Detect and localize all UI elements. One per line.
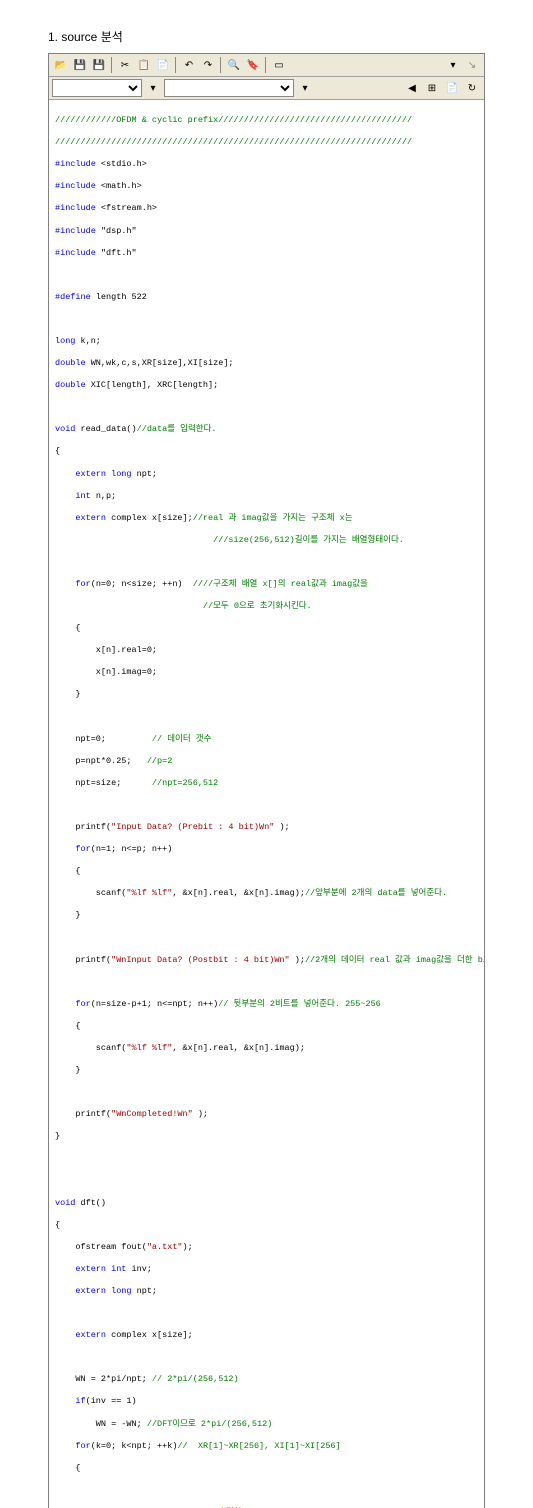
- for-line: for(k=0; k<npt; ++k)// XR[1]~XR[256], XI…: [55, 1441, 478, 1452]
- comment-line: ////////////OFDM & cyclic prefix////////…: [55, 115, 478, 126]
- func-line: void read_data()//data를 입력한다.: [55, 424, 478, 435]
- separator: [111, 57, 113, 73]
- decl-line: extern complex x[size];: [55, 1330, 478, 1341]
- code-line: scanf("%lf %lf", &x[n].real, &x[n].imag)…: [55, 1043, 478, 1054]
- save-all-icon[interactable]: 💾: [90, 56, 108, 74]
- code-line: printf("Input Data? (Prebit : 4 bit)Wn" …: [55, 822, 478, 833]
- code-line: {: [55, 1463, 478, 1474]
- nav-refresh-icon[interactable]: ↻: [463, 79, 481, 97]
- for-line: for(n=0; n<size; ++n) ////구조체 배열 x[]의 re…: [55, 579, 478, 590]
- redo-icon[interactable]: ↷: [199, 56, 217, 74]
- code-line: }: [55, 689, 478, 700]
- comment-line: ///size(256,512)길이를 가지는 배열형태이다.: [55, 535, 478, 546]
- blank-line: [55, 1352, 478, 1363]
- member-combo[interactable]: [164, 79, 294, 97]
- code-line: npt=0; // 데이터 갯수: [55, 734, 478, 745]
- code-line: ofstream fout("a.txt");: [55, 1242, 478, 1253]
- blank-line: [55, 977, 478, 988]
- for-line: for(n=1; n<=p; n++): [55, 844, 478, 855]
- chevron-down-icon[interactable]: ▾: [296, 79, 314, 97]
- code-line: x[n].imag=0;: [55, 667, 478, 678]
- blank-line: [55, 402, 478, 413]
- code-line: {: [55, 1220, 478, 1231]
- nav-toolbar: ▾ ▾ ◀ ⊞ 📄 ↻: [49, 77, 484, 100]
- code-line: {: [55, 866, 478, 877]
- code-line: }: [55, 1131, 478, 1142]
- code-line: WN = -WN; //DFT이므로 2*pi/(256,512): [55, 1419, 478, 1430]
- blank-line: [55, 1308, 478, 1319]
- decl-line: double XIC[length], XRC[length];: [55, 380, 478, 391]
- code-line: printf("WnCompleted!Wn" );: [55, 1109, 478, 1120]
- blank-line: [55, 933, 478, 944]
- code-line: }: [55, 1065, 478, 1076]
- comment-line: //모두 0으로 초기화시킨다.: [55, 601, 478, 612]
- bookmark-icon[interactable]: 🔖: [244, 56, 262, 74]
- include-line: #include <fstream.h>: [55, 203, 478, 214]
- main-toolbar: 📂 💾 💾 ✂ 📋 📄 ↶ ↷ 🔍 🔖 ▭ ▾ ↘: [49, 54, 484, 77]
- source-code-area[interactable]: ////////////OFDM & cyclic prefix////////…: [49, 100, 484, 1508]
- code-line: x[n].real=0;: [55, 645, 478, 656]
- copy-icon[interactable]: 📋: [135, 56, 153, 74]
- source-editor-window: 📂 💾 💾 ✂ 📋 📄 ↶ ↷ 🔍 🔖 ▭ ▾ ↘ ▾ ▾ ◀ ⊞ 📄 ↻ //…: [48, 53, 485, 1508]
- paste-icon[interactable]: 📄: [154, 56, 172, 74]
- decl-line: double WN,wk,c,s,XR[size],XI[size];: [55, 358, 478, 369]
- decl-line: int n,p;: [55, 491, 478, 502]
- include-line: #include <stdio.h>: [55, 159, 478, 170]
- comment-line: ////////////////////////////////////////…: [55, 137, 478, 148]
- decl-line: long k,n;: [55, 336, 478, 347]
- window-icon[interactable]: ▭: [270, 56, 288, 74]
- decl-line: extern long npt;: [55, 469, 478, 480]
- blank-line: [55, 712, 478, 723]
- code-line: npt=size; //npt=256,512: [55, 778, 478, 789]
- func-line: void dft(): [55, 1198, 478, 1209]
- go-icon[interactable]: ↘: [463, 56, 481, 74]
- separator: [265, 57, 267, 73]
- if-line: if(inv == 1): [55, 1396, 478, 1407]
- blank-line: [55, 270, 478, 281]
- code-line: scanf("%lf %lf", &x[n].real, &x[n].imag)…: [55, 888, 478, 899]
- decl-line: extern long npt;: [55, 1286, 478, 1297]
- chevron-down-icon[interactable]: ▾: [144, 79, 162, 97]
- open-icon[interactable]: 📂: [52, 56, 70, 74]
- blank-line: [55, 557, 478, 568]
- cut-icon[interactable]: ✂: [116, 56, 134, 74]
- separator: [220, 57, 222, 73]
- separator: [175, 57, 177, 73]
- for-line: for(n=size-p+1; n<=npt; n++)// 뒷부분의 2비트를…: [55, 999, 478, 1010]
- blank-line: [55, 800, 478, 811]
- blank-line: [55, 314, 478, 325]
- blank-line: [55, 1153, 478, 1164]
- code-line: WN = 2*pi/npt; // 2*pi/(256,512): [55, 1374, 478, 1385]
- code-line: {: [55, 446, 478, 457]
- save-icon[interactable]: 💾: [71, 56, 89, 74]
- code-line: }: [55, 910, 478, 921]
- include-line: #include "dsp.h": [55, 226, 478, 237]
- nav-tree-icon[interactable]: ⊞: [423, 79, 441, 97]
- nav-back-icon[interactable]: ◀: [403, 79, 421, 97]
- find-icon[interactable]: 🔍: [225, 56, 243, 74]
- define-line: #define length 522: [55, 292, 478, 303]
- code-line: {: [55, 623, 478, 634]
- blank-line: [55, 1176, 478, 1187]
- scope-combo[interactable]: [52, 79, 142, 97]
- page-title: 1. source 분석: [0, 0, 533, 53]
- blank-line: [55, 1485, 478, 1496]
- code-line: XR[k]=0.0; XI[k]=0.0; //초기화.: [55, 1507, 478, 1508]
- undo-icon[interactable]: ↶: [180, 56, 198, 74]
- code-line: printf("WnInput Data? (Postbit : 4 bit)W…: [55, 955, 478, 966]
- decl-line: extern complex x[size];//real 과 imag값을 가…: [55, 513, 478, 524]
- blank-line: [55, 1087, 478, 1098]
- include-line: #include "dft.h": [55, 248, 478, 259]
- code-line: p=npt*0.25; //p=2: [55, 756, 478, 767]
- nav-doc-icon[interactable]: 📄: [443, 79, 461, 97]
- decl-line: extern int inv;: [55, 1264, 478, 1275]
- code-line: {: [55, 1021, 478, 1032]
- include-line: #include <math.h>: [55, 181, 478, 192]
- dropdown-icon[interactable]: ▾: [444, 56, 462, 74]
